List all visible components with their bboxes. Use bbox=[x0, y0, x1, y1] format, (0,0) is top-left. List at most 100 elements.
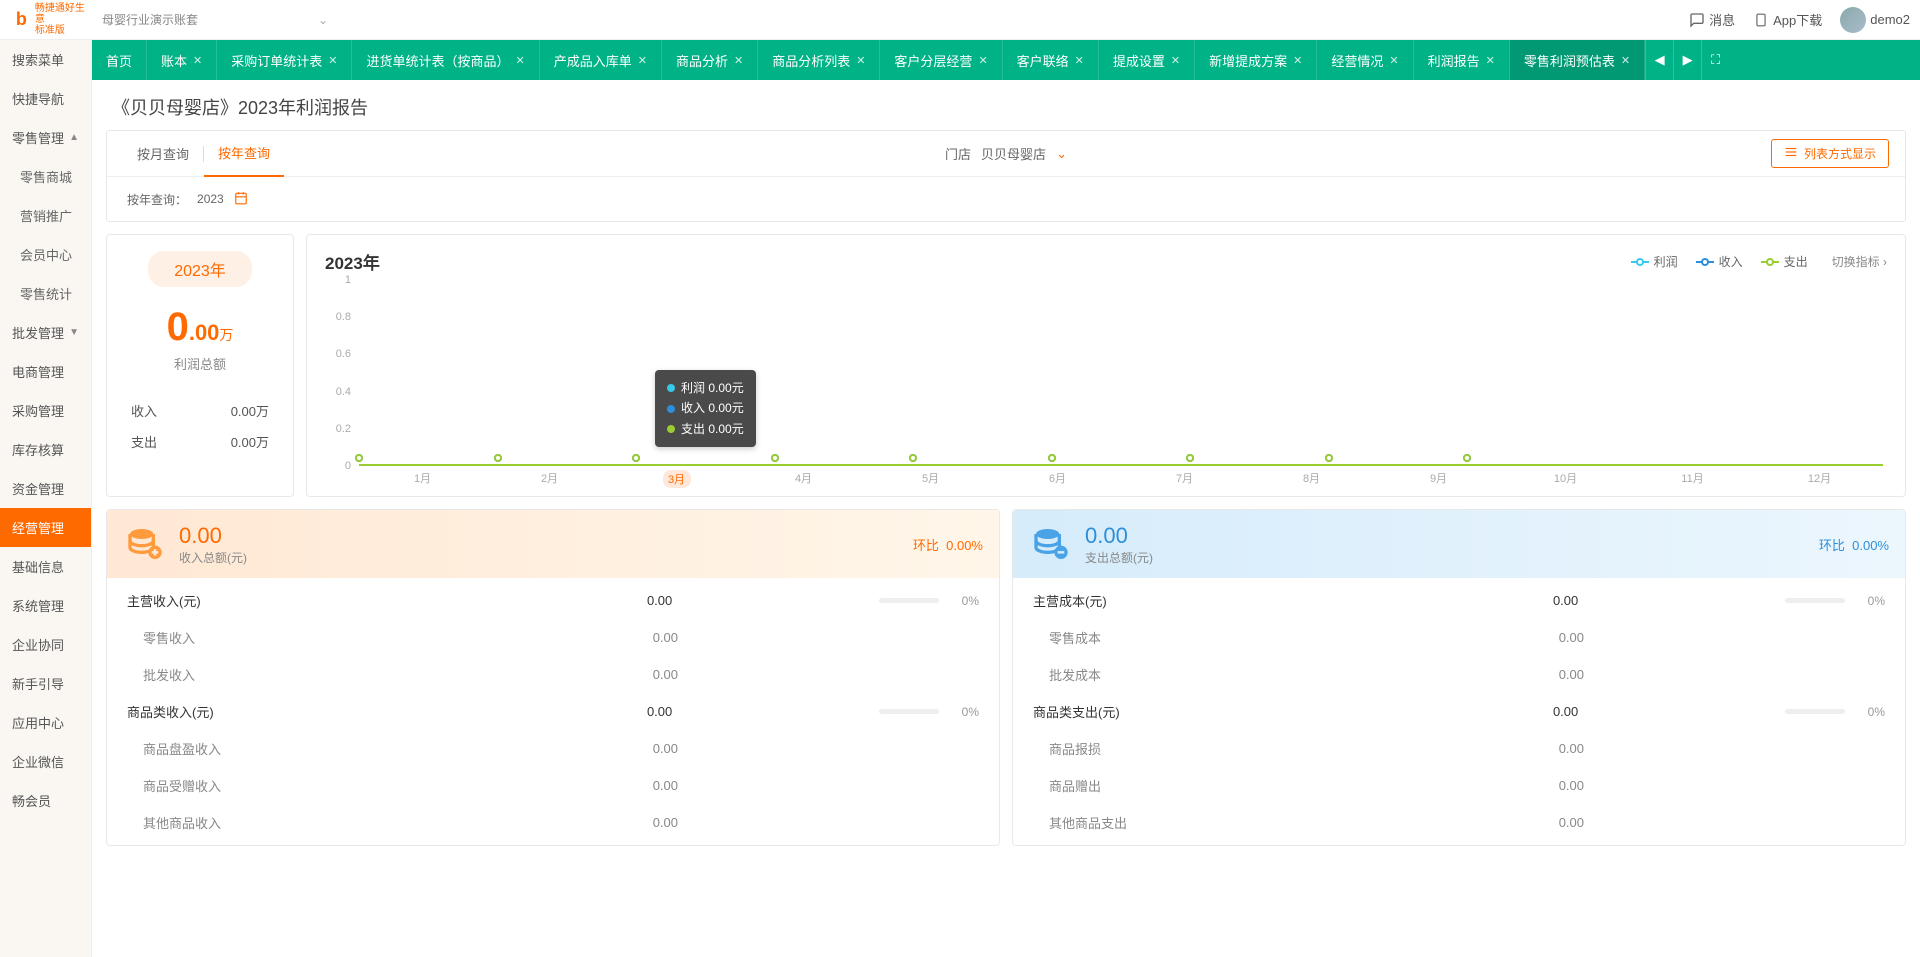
close-icon[interactable]: ✕ bbox=[978, 54, 987, 67]
tooltip-row: 支出 0.00元 bbox=[667, 419, 744, 439]
tabs-control[interactable]: ◀ bbox=[1645, 40, 1673, 80]
sidebar-item[interactable]: 新手引导 bbox=[0, 664, 91, 703]
query-by-year-tab[interactable]: 按年查询 bbox=[204, 131, 284, 177]
close-icon[interactable]: ✕ bbox=[856, 54, 865, 67]
close-icon[interactable]: ✕ bbox=[734, 54, 743, 67]
calendar-icon[interactable] bbox=[234, 191, 248, 208]
close-icon[interactable]: ✕ bbox=[1486, 54, 1495, 67]
progress-bar bbox=[879, 598, 939, 603]
sidebar-item[interactable]: 库存核算 bbox=[0, 430, 91, 469]
sidebar-item[interactable]: 基础信息 bbox=[0, 547, 91, 586]
sidebar-item[interactable]: 应用中心 bbox=[0, 703, 91, 742]
table-row: 批发成本0.00 bbox=[1013, 656, 1905, 693]
tab[interactable]: 提成设置✕ bbox=[1099, 40, 1195, 80]
tab[interactable]: 零售利润预估表✕ bbox=[1510, 40, 1645, 80]
sidebar-item[interactable]: 零售管理▲ bbox=[0, 118, 91, 157]
x-tick: 7月 bbox=[1121, 470, 1248, 490]
app-download-link[interactable]: App下载 bbox=[1753, 10, 1822, 29]
sidebar-item[interactable]: 经营管理 bbox=[0, 508, 91, 547]
query-by-month-tab[interactable]: 按月查询 bbox=[123, 131, 203, 177]
expense-panel: 0.00 支出总额(元) 环比 0.00% 主营成本(元)0.000%零售成本0… bbox=[1012, 509, 1906, 846]
avatar-icon bbox=[1840, 7, 1866, 33]
sidebar-item[interactable]: 搜索菜单 bbox=[0, 40, 91, 79]
page-title: 《贝贝母婴店》2023年利润报告 bbox=[112, 94, 368, 120]
sidebar-item[interactable]: 会员中心 bbox=[0, 235, 91, 274]
table-row: 商品类收入(元)0.000% bbox=[107, 693, 999, 730]
sidebar-item[interactable]: 企业微信 bbox=[0, 742, 91, 781]
sidebar-item[interactable]: 系统管理 bbox=[0, 586, 91, 625]
tab[interactable]: 进货单统计表（按商品）✕ bbox=[352, 40, 539, 80]
expense-icon bbox=[1029, 522, 1073, 566]
tab[interactable]: 客户联络✕ bbox=[1003, 40, 1099, 80]
close-icon[interactable]: ✕ bbox=[328, 54, 337, 67]
legend-item[interactable]: 利润 bbox=[1631, 253, 1678, 270]
tab[interactable]: 商品分析✕ bbox=[662, 40, 758, 80]
tabs-control[interactable]: ▶ bbox=[1673, 40, 1701, 80]
sidebar-item[interactable]: 电商管理 bbox=[0, 352, 91, 391]
tab[interactable]: 产成品入库单✕ bbox=[540, 40, 662, 80]
table-row: 批发收入0.00 bbox=[107, 656, 999, 693]
filter-bar: 按月查询 按年查询 门店 贝贝母婴店 ⌄ 列表方式显示 按年查询： 2023 bbox=[106, 130, 1906, 222]
data-marker bbox=[1048, 454, 1056, 462]
chart-tooltip: 利润 0.00元收入 0.00元支出 0.00元 bbox=[655, 370, 756, 447]
x-tick: 12月 bbox=[1756, 470, 1883, 490]
close-icon[interactable]: ✕ bbox=[516, 54, 525, 67]
sidebar-item[interactable]: 零售统计 bbox=[0, 274, 91, 313]
tab[interactable]: 新增提成方案✕ bbox=[1195, 40, 1317, 80]
tab[interactable]: 客户分层经营✕ bbox=[880, 40, 1002, 80]
tab[interactable]: 经营情况✕ bbox=[1317, 40, 1413, 80]
sidebar-item[interactable]: 批发管理▼ bbox=[0, 313, 91, 352]
store-selector[interactable]: 门店 贝贝母婴店 ⌄ bbox=[945, 144, 1067, 163]
chart-body[interactable]: 10.80.60.40.20 1月2月3月4月5月6月7月8月9月10月11月1… bbox=[325, 280, 1887, 490]
profit-summary-card: 2023年 0.00万 利润总额 收入0.00万 支出0.00万 bbox=[106, 234, 294, 497]
tab[interactable]: 采购订单统计表✕ bbox=[217, 40, 352, 80]
switch-indicator-button[interactable]: 切换指标 › bbox=[1832, 253, 1887, 270]
profit-total-value: 0.00万 bbox=[107, 305, 293, 350]
close-icon[interactable]: ✕ bbox=[1621, 54, 1630, 67]
expense-total-value: 0.00 bbox=[1085, 523, 1153, 549]
sidebar-item[interactable]: 畅会员 bbox=[0, 781, 91, 820]
close-icon[interactable]: ✕ bbox=[1171, 54, 1180, 67]
sidebar-item[interactable]: 采购管理 bbox=[0, 391, 91, 430]
tab[interactable]: 首页 bbox=[92, 40, 147, 80]
x-axis: 1月2月3月4月5月6月7月8月9月10月11月12月 bbox=[359, 470, 1883, 490]
income-icon bbox=[123, 522, 167, 566]
tooltip-row: 收入 0.00元 bbox=[667, 398, 744, 418]
data-marker bbox=[909, 454, 917, 462]
year-query-label: 按年查询： bbox=[127, 191, 187, 208]
logo: b 畅捷通好生意 标准版 bbox=[10, 3, 92, 36]
data-marker bbox=[1463, 454, 1471, 462]
tabs-control[interactable]: ⛶ bbox=[1701, 40, 1729, 80]
user-menu[interactable]: demo2 bbox=[1840, 7, 1910, 33]
account-selector[interactable]: 母婴行业演示账套 ⌄ bbox=[92, 11, 1689, 28]
sidebar-item[interactable]: 零售商城 bbox=[0, 157, 91, 196]
table-row: 商品赠出0.00 bbox=[1013, 767, 1905, 804]
plot-area bbox=[359, 280, 1883, 466]
sidebar-item[interactable]: 快捷导航 bbox=[0, 79, 91, 118]
table-row: 零售收入0.00 bbox=[107, 619, 999, 656]
list-view-button[interactable]: 列表方式显示 bbox=[1771, 139, 1889, 168]
close-icon[interactable]: ✕ bbox=[1075, 54, 1084, 67]
chart-title: 2023年 bbox=[325, 249, 380, 274]
close-icon[interactable]: ✕ bbox=[1293, 54, 1302, 67]
sidebar-item[interactable]: 企业协同 bbox=[0, 625, 91, 664]
sidebar-item[interactable]: 资金管理 bbox=[0, 469, 91, 508]
store-label: 门店 bbox=[945, 144, 971, 163]
close-icon[interactable]: ✕ bbox=[193, 54, 202, 67]
expense-total-label: 支出总额(元) bbox=[1085, 549, 1153, 566]
tab[interactable]: 利润报告✕ bbox=[1414, 40, 1510, 80]
profit-total-label: 利润总额 bbox=[107, 354, 293, 373]
tab[interactable]: 商品分析列表✕ bbox=[758, 40, 880, 80]
legend-item[interactable]: 支出 bbox=[1761, 253, 1808, 270]
table-row: 其他商品收入0.00 bbox=[107, 804, 999, 841]
chevron-down-icon: ⌄ bbox=[318, 13, 328, 27]
logo-text: 畅捷通好生意 标准版 bbox=[35, 3, 92, 36]
chart-card: 2023年 利润 收入 支出 切换指标 › 10.80.60.40.20 1月2月3… bbox=[306, 234, 1906, 497]
legend-item[interactable]: 收入 bbox=[1696, 253, 1743, 270]
app-header: b 畅捷通好生意 标准版 母婴行业演示账套 ⌄ 消息 App下载 demo2 bbox=[0, 0, 1920, 40]
close-icon[interactable]: ✕ bbox=[1389, 54, 1398, 67]
sidebar-item[interactable]: 营销推广 bbox=[0, 196, 91, 235]
close-icon[interactable]: ✕ bbox=[638, 54, 647, 67]
messages-link[interactable]: 消息 bbox=[1689, 10, 1735, 29]
tab[interactable]: 账本✕ bbox=[147, 40, 217, 80]
